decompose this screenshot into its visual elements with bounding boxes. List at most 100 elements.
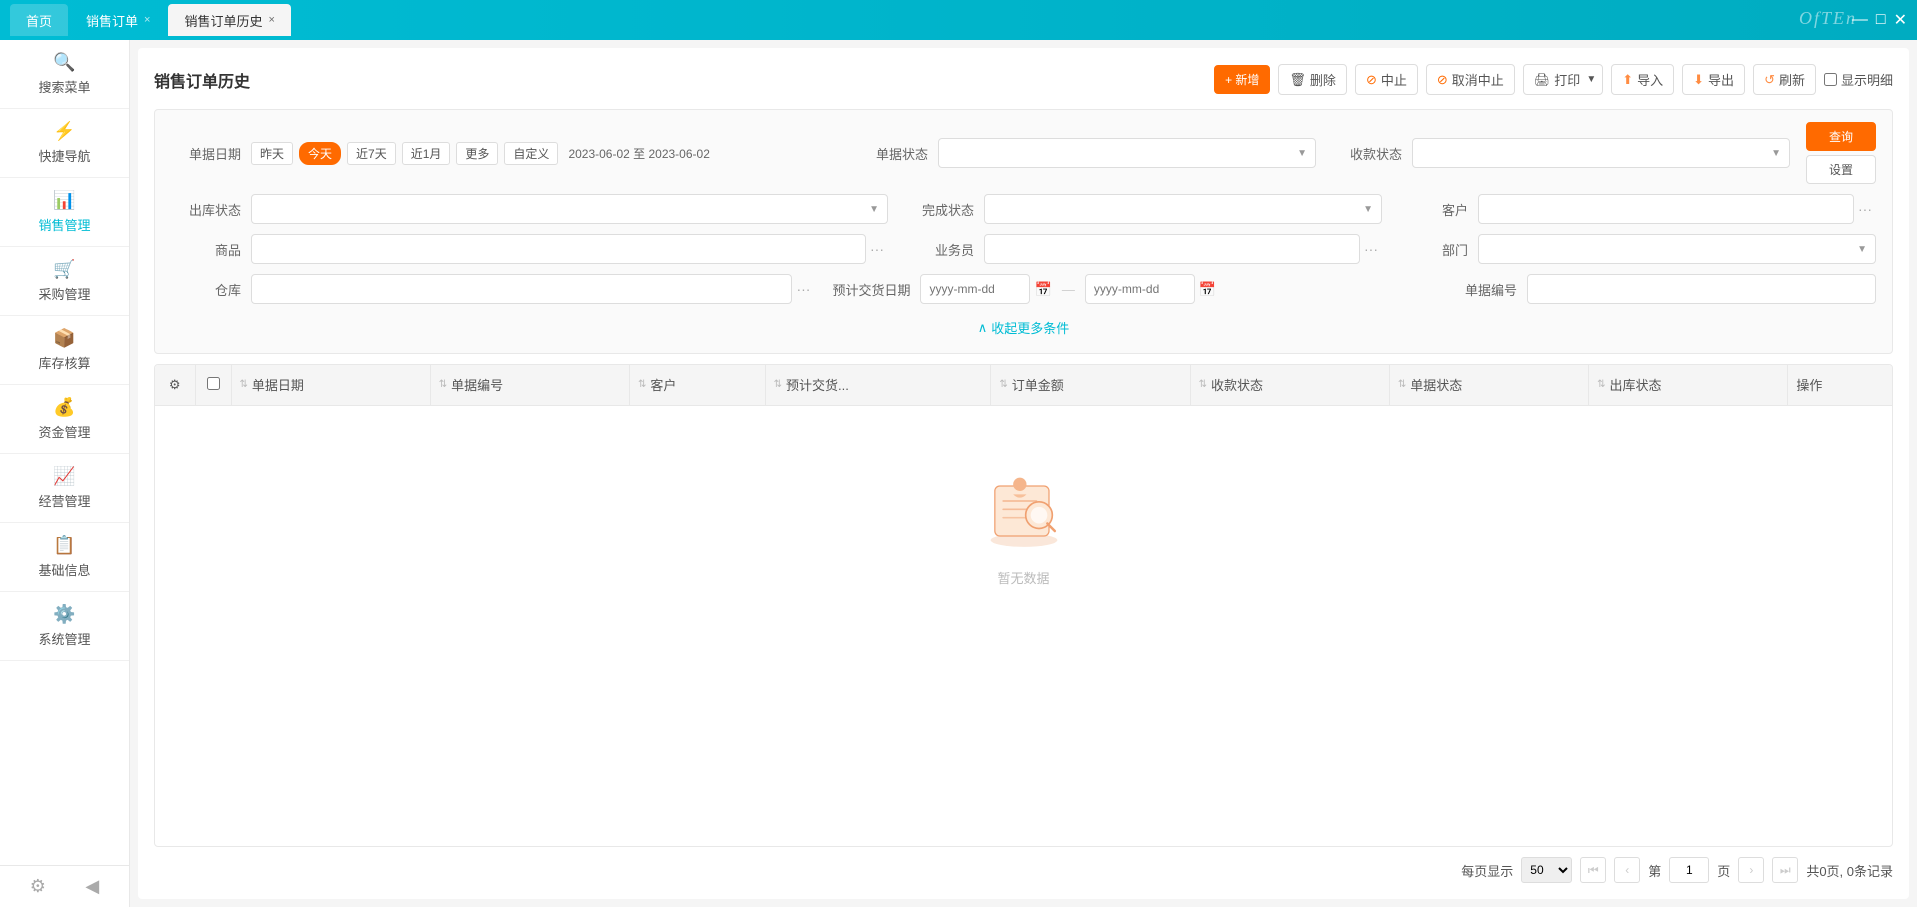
complete-status-select[interactable]: ▼ <box>984 194 1382 224</box>
tab-home[interactable]: 首页 <box>10 4 68 36</box>
table-settings-icon[interactable]: ⚙ <box>169 377 181 392</box>
customer-ellipsis-btn[interactable]: ··· <box>1854 201 1876 217</box>
sidebar-item-inventory-calc[interactable]: 📦 库存核算 <box>0 316 129 385</box>
sidebar-item-purchase-mgmt[interactable]: 🛒 采购管理 <box>0 247 129 316</box>
th-delivery-status[interactable]: ⇅ 出库状态 <box>1589 365 1788 405</box>
window-maximize[interactable]: □ <box>1876 11 1886 29</box>
date-btn-custom[interactable]: 自定义 <box>504 142 558 165</box>
tab-home-label: 首页 <box>26 11 52 30</box>
window-close[interactable]: ✕ <box>1894 10 1907 30</box>
goods-ellipsis-btn[interactable]: ··· <box>866 241 888 257</box>
order-status-select[interactable]: ▼ <box>938 138 1316 168</box>
calendar-end-icon[interactable]: 📅 <box>1199 281 1216 298</box>
total-records: 共0页, 0条记录 <box>1806 861 1893 880</box>
tab-sales-order-close[interactable]: × <box>144 14 150 26</box>
select-all-checkbox[interactable] <box>207 377 220 390</box>
th-number-label: 单据编号 <box>451 375 503 394</box>
page-title: 销售订单历史 <box>154 68 250 92</box>
th-expected-sort-icon: ⇅ <box>774 379 782 390</box>
department-select[interactable]: ▼ <box>1478 234 1876 264</box>
calendar-start-icon[interactable]: 📅 <box>1034 281 1051 298</box>
page-number-input[interactable] <box>1669 857 1709 883</box>
new-button[interactable]: + 新增 <box>1214 65 1270 94</box>
th-amount-label: 订单金额 <box>1012 375 1064 394</box>
sidebar-item-fund-mgmt[interactable]: 💰 资金管理 <box>0 385 129 454</box>
sidebar: 🔍 搜索菜单 ⚡ 快捷导航 📊 销售管理 🛒 采购管理 📦 库存核算 💰 资金管… <box>0 40 130 907</box>
refresh-icon: ↺ <box>1764 72 1775 88</box>
salesperson-label: 业务员 <box>904 240 984 259</box>
sidebar-item-search-menu-label: 搜索菜单 <box>38 77 90 96</box>
payment-status-arrow-icon: ▼ <box>1771 148 1781 159</box>
empty-text: 暂无数据 <box>997 568 1049 587</box>
sidebar-item-quick-nav[interactable]: ⚡ 快捷导航 <box>0 109 129 178</box>
th-checkbox <box>195 365 231 405</box>
warehouse-ellipsis-btn[interactable]: ··· <box>792 281 814 297</box>
sidebar-item-search-menu[interactable]: 🔍 搜索菜单 <box>0 40 129 109</box>
collapse-more-btn[interactable]: ∧ 收起更多条件 <box>171 314 1876 341</box>
warehouse-input[interactable] <box>251 274 792 304</box>
th-date[interactable]: ⇅ 单据日期 <box>231 365 430 405</box>
display-detail-checkbox[interactable] <box>1824 73 1837 86</box>
search-button[interactable]: 查询 <box>1806 122 1876 151</box>
date-btn-7days[interactable]: 近7天 <box>347 142 396 165</box>
stop-button[interactable]: ⊘ 中止 <box>1355 64 1418 95</box>
delivery-status-select[interactable]: ▼ <box>251 194 888 224</box>
date-btn-more[interactable]: 更多 <box>456 142 498 165</box>
th-order-status[interactable]: ⇅ 单据状态 <box>1389 365 1588 405</box>
content: 销售订单历史 + 新增 🗑 删除 ⊘ 中止 ⊘ 取消中止 <box>130 40 1917 907</box>
last-page-btn[interactable]: ⏭ <box>1772 857 1798 883</box>
sidebar-item-purchase-mgmt-label: 采购管理 <box>38 284 90 303</box>
th-customer[interactable]: ⇅ 客户 <box>630 365 766 405</box>
import-button[interactable]: ⬆ 导入 <box>1611 64 1674 95</box>
th-customer-label: 客户 <box>650 375 676 394</box>
sidebar-item-operations-mgmt[interactable]: 📈 经营管理 <box>0 454 129 523</box>
th-payment-status[interactable]: ⇅ 收款状态 <box>1190 365 1389 405</box>
department-label: 部门 <box>1398 240 1478 259</box>
inventory-calc-icon: 📦 <box>53 328 75 349</box>
per-page-label: 每页显示 <box>1461 861 1513 880</box>
th-number-sort-icon: ⇅ <box>439 379 447 390</box>
settings-filter-button[interactable]: 设置 <box>1806 155 1876 184</box>
cancel-stop-button[interactable]: ⊘ 取消中止 <box>1426 64 1515 95</box>
prev-page-btn[interactable]: ‹ <box>1614 857 1640 883</box>
goods-input[interactable] <box>251 234 866 264</box>
refresh-button[interactable]: ↺ 刷新 <box>1753 64 1816 95</box>
tab-sales-order-history-label: 销售订单历史 <box>184 11 262 30</box>
table-wrapper: ⚙ ⇅ 单据日期 <box>154 364 1893 847</box>
th-number[interactable]: ⇅ 单据编号 <box>430 365 629 405</box>
th-settings[interactable]: ⚙ <box>155 365 195 405</box>
th-date-sort-icon: ⇅ <box>240 379 248 390</box>
order-status-label: 单据状态 <box>858 144 938 163</box>
th-expected-delivery[interactable]: ⇅ 预计交货... <box>765 365 991 405</box>
sidebar-collapse-icon[interactable]: ◀ <box>85 876 99 897</box>
salesperson-input[interactable] <box>984 234 1360 264</box>
per-page-select[interactable]: 10 20 50 100 <box>1521 857 1572 883</box>
tab-sales-order[interactable]: 销售订单 × <box>70 4 166 36</box>
first-page-btn[interactable]: ⏮ <box>1580 857 1606 883</box>
delete-button[interactable]: 🗑 删除 <box>1278 64 1347 95</box>
date-btn-yesterday[interactable]: 昨天 <box>251 142 293 165</box>
expected-delivery-end-input[interactable] <box>1085 274 1195 304</box>
print-button[interactable]: 🖨 打印 ▼ <box>1523 64 1603 95</box>
order-number-input[interactable] <box>1527 274 1876 304</box>
th-amount[interactable]: ⇅ 订单金额 <box>991 365 1190 405</box>
date-btn-1month[interactable]: 近1月 <box>402 142 451 165</box>
tab-sales-order-history[interactable]: 销售订单历史 × <box>168 4 290 36</box>
salesperson-ellipsis-btn[interactable]: ··· <box>1360 241 1382 257</box>
payment-status-select[interactable]: ▼ <box>1412 138 1790 168</box>
print-arrow-icon: ▼ <box>1586 74 1596 85</box>
import-label: 导入 <box>1637 70 1663 89</box>
customer-label: 客户 <box>1398 200 1478 219</box>
export-button[interactable]: ⬇ 导出 <box>1682 64 1745 95</box>
delete-label: 删除 <box>1310 70 1336 89</box>
customer-input[interactable] <box>1478 194 1854 224</box>
sidebar-item-sales-mgmt[interactable]: 📊 销售管理 <box>0 178 129 247</box>
filter-row-4: 仓库 ··· 预计交货日期 📅 — 📅 <box>171 274 1876 304</box>
expected-delivery-start-input[interactable] <box>920 274 1030 304</box>
date-btn-today[interactable]: 今天 <box>299 142 341 165</box>
sidebar-settings-icon[interactable]: ⚙ <box>30 876 46 897</box>
sidebar-item-basic-info[interactable]: 📋 基础信息 <box>0 523 129 592</box>
tab-sales-order-history-close[interactable]: × <box>268 14 274 26</box>
sidebar-item-system-mgmt[interactable]: ⚙️ 系统管理 <box>0 592 129 661</box>
next-page-btn[interactable]: › <box>1738 857 1764 883</box>
